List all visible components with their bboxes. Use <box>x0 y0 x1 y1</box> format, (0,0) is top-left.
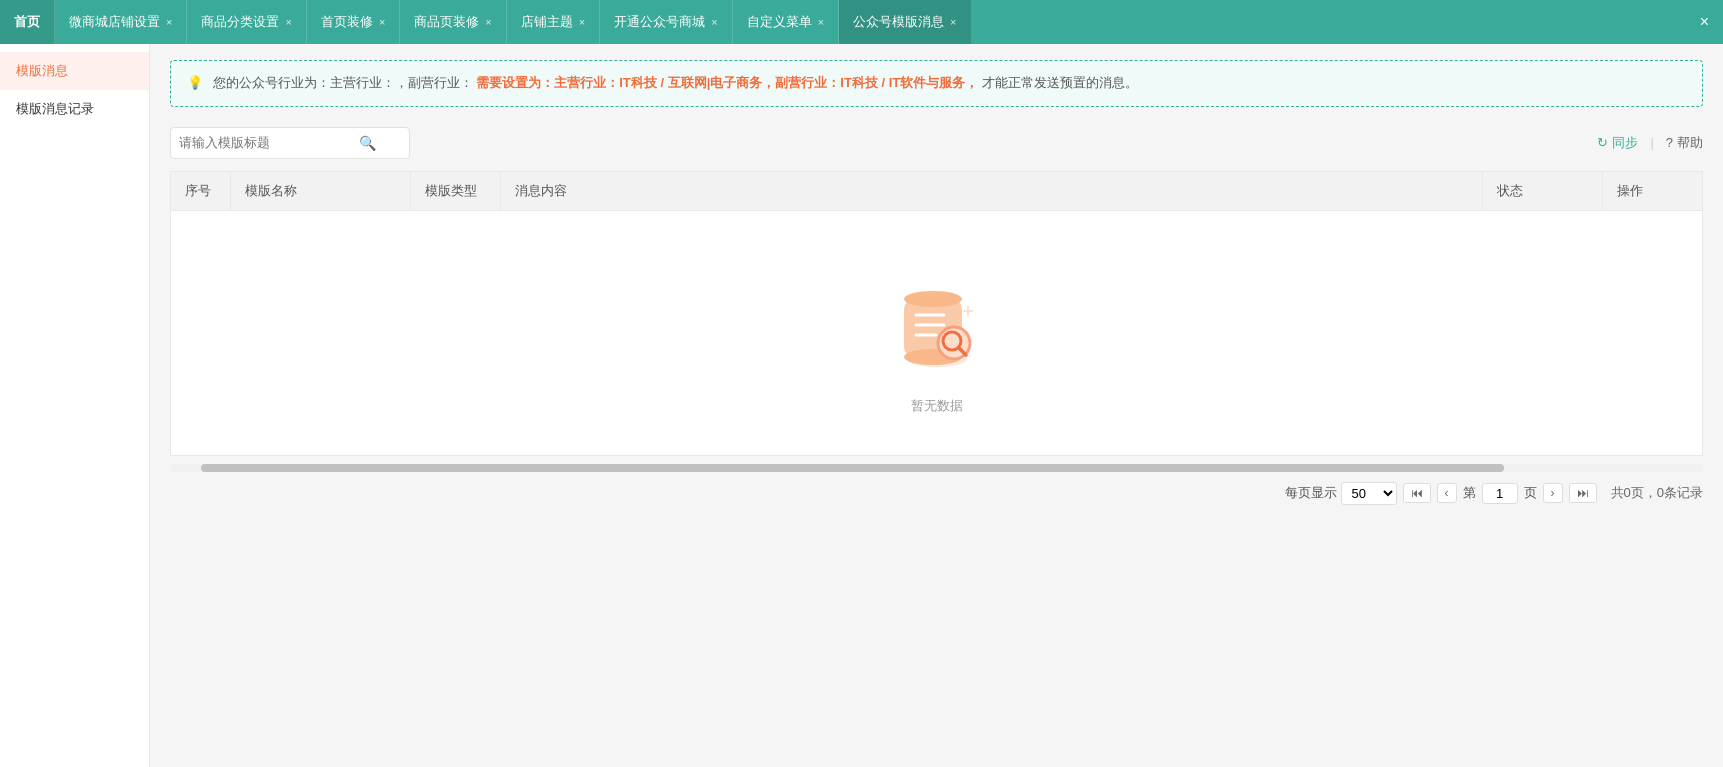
main-layout: 模版消息 模版消息记录 💡 您的公众号行业为：主营行业：，副营行业： 需要设置为… <box>0 44 1723 767</box>
close-tab-product-decor[interactable]: × <box>485 16 491 28</box>
content-area: 💡 您的公众号行业为：主营行业：，副营行业： 需要设置为：主营行业：IT科技 /… <box>150 44 1723 767</box>
close-tab-category[interactable]: × <box>285 16 291 28</box>
top-nav: 首页 微商城店铺设置 × 商品分类设置 × 首页装修 × 商品页装修 × 店铺主… <box>0 0 1723 44</box>
search-button[interactable]: 🔍 <box>359 135 376 151</box>
close-tab-template-msg[interactable]: × <box>950 16 956 28</box>
last-page-button[interactable]: ⏭ <box>1569 483 1597 503</box>
next-page-button[interactable]: › <box>1543 483 1563 503</box>
col-content: 消息内容 <box>501 171 1483 210</box>
tab-product-decor[interactable]: 商品页装修 × <box>400 0 506 44</box>
horizontal-scrollbar[interactable] <box>170 464 1703 472</box>
close-tab-custom-menu[interactable]: × <box>818 16 824 28</box>
tab-home-decor[interactable]: 首页装修 × <box>307 0 400 44</box>
sidebar-item-template-msg-log[interactable]: 模版消息记录 <box>0 90 149 128</box>
data-table: 序号 模版名称 模版类型 消息内容 状态 操作 <box>170 171 1703 456</box>
first-page-button[interactable]: ⏮ <box>1403 483 1431 503</box>
close-tab-shop-settings[interactable]: × <box>166 16 172 28</box>
page-unit-label: 页 <box>1524 484 1537 502</box>
total-label: 共0页，0条记录 <box>1611 484 1703 502</box>
col-template-type: 模版类型 <box>411 171 501 210</box>
page-size-label: 每页显示 <box>1285 484 1337 502</box>
search-input[interactable] <box>179 135 359 150</box>
tab-shop-theme[interactable]: 店铺主题 × <box>507 0 600 44</box>
help-button[interactable]: ? 帮助 <box>1666 134 1703 152</box>
page-size-select[interactable]: 50 10 20 100 <box>1341 482 1397 505</box>
search-input-wrap: 🔍 <box>170 127 410 159</box>
notice-prefix: 您的公众号行业为：主营行业：，副营行业： <box>213 75 473 90</box>
tab-template-msg[interactable]: 公众号模版消息 × <box>839 0 971 44</box>
search-bar: 🔍 ↻ 同步 | ? 帮助 <box>170 127 1703 159</box>
col-index: 序号 <box>171 171 231 210</box>
empty-text: 暂无数据 <box>171 397 1702 415</box>
help-icon: ? <box>1666 135 1673 150</box>
prev-page-button[interactable]: ‹ <box>1437 483 1457 503</box>
close-tab-home-decor[interactable]: × <box>379 16 385 28</box>
sidebar-item-template-msg[interactable]: 模版消息 <box>0 52 149 90</box>
col-status: 状态 <box>1483 171 1603 210</box>
current-page-label: 第 <box>1463 484 1476 502</box>
notice-suffix: 才能正常发送预置的消息。 <box>982 75 1138 90</box>
close-tab-shop-theme[interactable]: × <box>579 16 585 28</box>
toolbar-right: ↻ 同步 | ? 帮助 <box>1597 134 1703 152</box>
scroll-thumb[interactable] <box>201 464 1504 472</box>
pagination: 每页显示 50 10 20 100 ⏮ ‹ 第 页 › ⏭ 共0页，0条记录 <box>170 482 1703 505</box>
sync-button[interactable]: ↻ 同步 <box>1597 134 1638 152</box>
empty-icon <box>882 271 992 381</box>
toolbar-divider: | <box>1650 135 1653 150</box>
tab-shop-settings[interactable]: 微商城店铺设置 × <box>55 0 187 44</box>
tab-open-mall[interactable]: 开通公众号商城 × <box>600 0 732 44</box>
notice-box: 💡 您的公众号行业为：主营行业：，副营行业： 需要设置为：主营行业：IT科技 /… <box>170 60 1703 107</box>
close-all-tabs[interactable]: × <box>1686 0 1723 44</box>
tab-custom-menu[interactable]: 自定义菜单 × <box>733 0 839 44</box>
close-tab-open-mall[interactable]: × <box>711 16 717 28</box>
tab-category-settings[interactable]: 商品分类设置 × <box>187 0 306 44</box>
sidebar: 模版消息 模版消息记录 <box>0 44 150 767</box>
sync-icon: ↻ <box>1597 135 1608 150</box>
svg-point-2 <box>904 291 962 307</box>
table-empty-row: 暂无数据 <box>171 210 1703 455</box>
tab-home[interactable]: 首页 <box>0 0 55 44</box>
table-header-row: 序号 模版名称 模版类型 消息内容 状态 操作 <box>171 171 1703 210</box>
page-number-input[interactable] <box>1482 483 1518 504</box>
notice-icon: 💡 <box>187 75 203 90</box>
empty-state: 暂无数据 <box>171 211 1702 455</box>
notice-highlight: 需要设置为：主营行业：IT科技 / 互联网|电子商务，副营行业：IT科技 / I… <box>476 75 978 90</box>
col-action: 操作 <box>1603 171 1703 210</box>
page-size-wrap: 每页显示 50 10 20 100 <box>1285 482 1397 505</box>
col-template-name: 模版名称 <box>231 171 411 210</box>
